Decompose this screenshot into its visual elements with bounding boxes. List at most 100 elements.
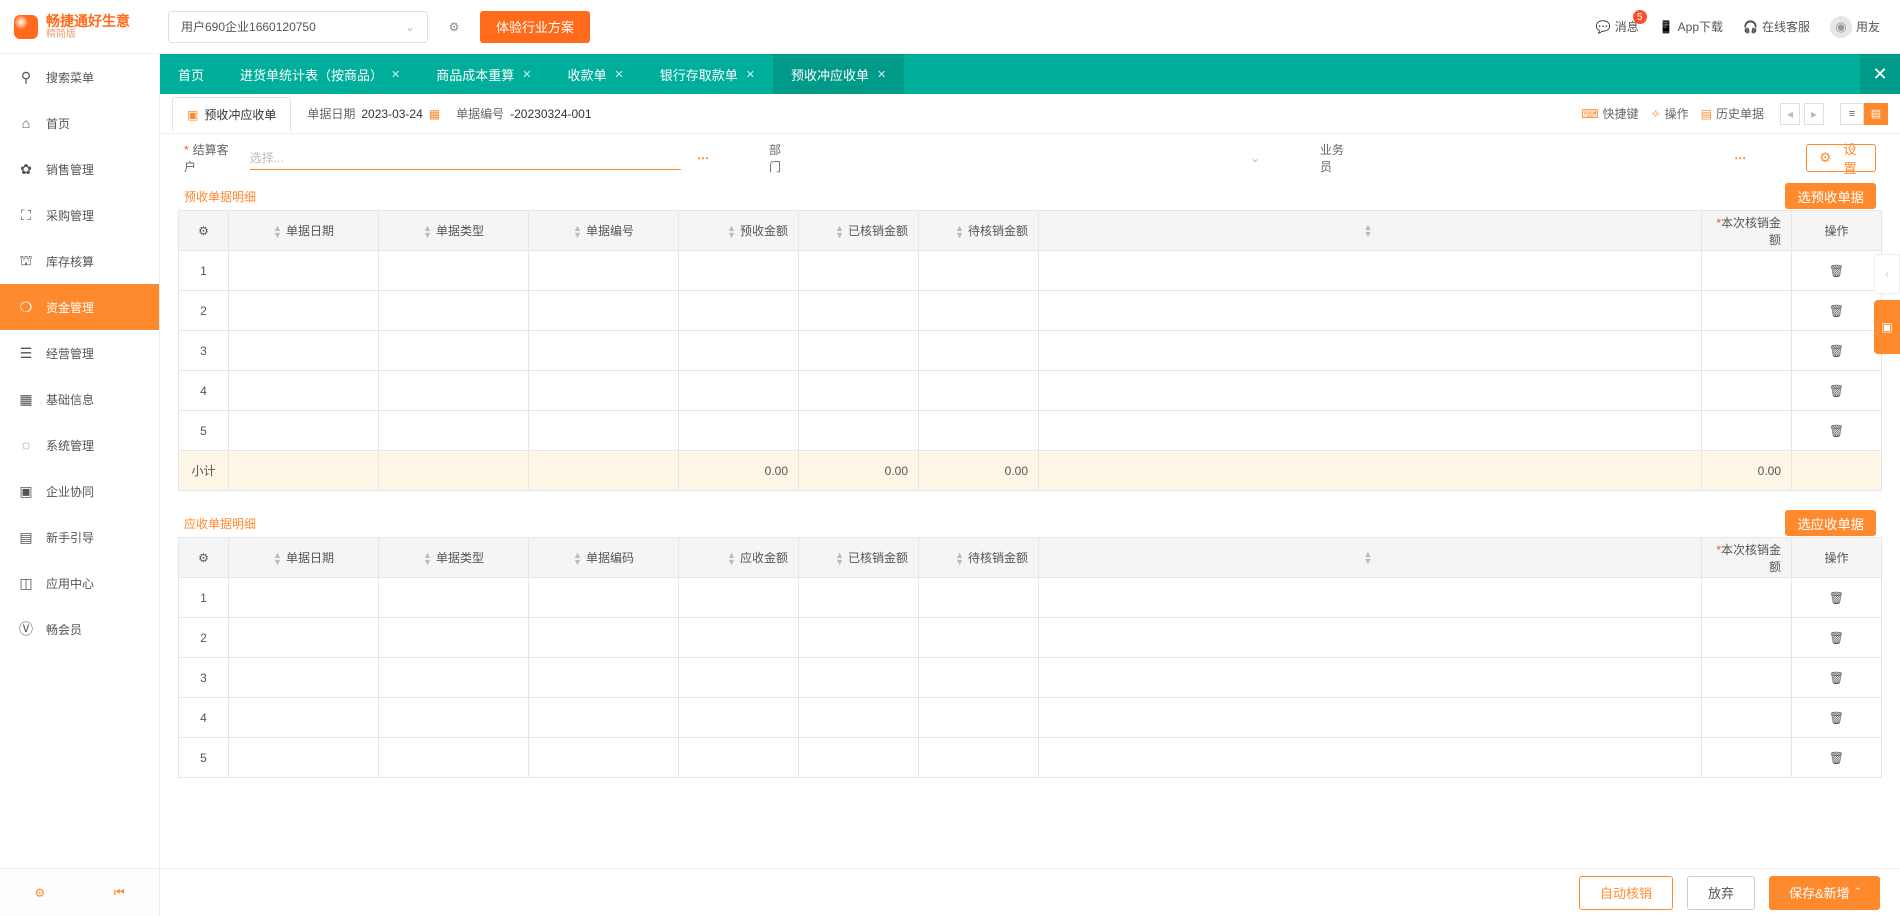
trash-icon[interactable]: 🗑 [1792,291,1882,331]
shortcuts-link[interactable]: ⌨快捷键 [1581,105,1638,122]
col-spacer[interactable]: ▲▼ [1039,538,1702,578]
trash-icon[interactable]: 🗑 [1792,698,1882,738]
account-selector[interactable]: 用户690企业1660120750 ⌄ [168,11,428,43]
tab-purchase-stats[interactable]: 进货单统计表（按商品）✕ [222,54,418,94]
sidebar-item-member[interactable]: Ⓥ畅会员 [0,606,159,652]
table-row[interactable]: 5🗑 [179,411,1882,451]
sales-more-icon[interactable]: ⋯ [1734,151,1746,165]
trash-icon[interactable]: 🗑 [1792,658,1882,698]
column-config-icon[interactable]: ⚙ [179,538,229,578]
col-date[interactable]: ▲▼单据日期 [229,538,379,578]
close-icon[interactable]: ✕ [615,68,624,81]
close-all-tabs[interactable]: ✕ [1860,54,1900,94]
view-mode-list[interactable]: ≡ [1840,103,1864,125]
sidebar-item-guide[interactable]: ▤新手引导 [0,514,159,560]
col-pending[interactable]: ▲▼待核销金额 [919,538,1039,578]
discard-button[interactable]: 放弃 [1687,876,1755,910]
trash-icon[interactable]: 🗑 [1792,411,1882,451]
col-num[interactable]: ▲▼单据编号 [529,211,679,251]
messages-link[interactable]: 💬 消息 5 [1596,18,1639,35]
tab-cost-recalc[interactable]: 商品成本重算✕ [418,54,549,94]
settings-icon[interactable]: ⚙ [34,886,45,900]
app-download-link[interactable]: 📱 App下载 [1659,18,1723,35]
col-date[interactable]: ▲▼单据日期 [229,211,379,251]
trash-icon[interactable]: 🗑 [1792,618,1882,658]
auto-writeoff-button[interactable]: 自动核销 [1579,876,1673,910]
table-row[interactable]: 3🗑 [179,658,1882,698]
column-config-icon[interactable]: ⚙ [179,211,229,251]
calendar-icon[interactable]: ▦ [429,107,440,121]
trial-button[interactable]: 体验行业方案 [480,11,590,43]
trash-icon[interactable]: 🗑 [1792,371,1882,411]
trash-icon[interactable]: 🗑 [1792,738,1882,778]
select-prepay-button[interactable]: 选预收单据 [1785,183,1876,209]
next-doc[interactable]: ▸ [1804,103,1824,125]
sidebar-item-sales[interactable]: ✿销售管理 [0,146,159,192]
avatar-icon: ◉ [1830,16,1852,38]
table-row[interactable]: 5🗑 [179,738,1882,778]
select-receivable-button[interactable]: 选应收单据 [1785,510,1876,536]
sidebar-item-search[interactable]: ⚲搜索菜单 [0,54,159,100]
close-icon[interactable]: ✕ [522,68,531,81]
close-icon[interactable]: ✕ [746,68,755,81]
sort-icon: ▲▼ [835,225,844,239]
sales-field: 业务员 ⋯ [1320,141,1746,175]
side-panel-toggle[interactable]: ‹ [1874,254,1900,294]
customer-more-icon[interactable]: ⋯ [697,151,709,165]
table-row[interactable]: 4🗑 [179,371,1882,411]
settings-button[interactable]: ⚙设置 [1806,144,1876,172]
collapse-icon[interactable]: ⏮ [114,885,125,900]
col-amt[interactable]: ▲▼预收金额 [679,211,799,251]
sidebar-item-purchase[interactable]: ⛶采购管理 [0,192,159,238]
col-this[interactable]: *本次核销金额 [1702,211,1792,251]
dept-input[interactable] [803,147,1234,170]
operate-link[interactable]: ✧操作 [1651,105,1689,122]
history-link[interactable]: ▤历史单据 [1701,105,1764,122]
sort-icon: ▲▼ [273,225,282,239]
sidebar-item-apps[interactable]: ◫应用中心 [0,560,159,606]
sidebar-item-collab[interactable]: ▣企业协同 [0,468,159,514]
guide-icon: ▤ [18,529,34,546]
close-icon[interactable]: ✕ [877,68,886,81]
table-row[interactable]: 4🗑 [179,698,1882,738]
chevron-down-icon[interactable]: ⌄ [1250,151,1260,165]
col-pending[interactable]: ▲▼待核销金额 [919,211,1039,251]
table-row[interactable]: 1🗑 [179,578,1882,618]
col-spacer[interactable]: ▲▼ [1039,211,1702,251]
prev-doc[interactable]: ◂ [1780,103,1800,125]
doc-tab[interactable]: ▣ 预收冲应收单 [172,97,291,131]
sidebar-item-business[interactable]: ☰经营管理 [0,330,159,376]
col-written[interactable]: ▲▼已核销金额 [799,538,919,578]
tab-bank[interactable]: 银行存取款单✕ [642,54,773,94]
sidebar-item-finance[interactable]: ❍资金管理 [0,284,159,330]
trash-icon[interactable]: 🗑 [1792,578,1882,618]
table-row[interactable]: 2🗑 [179,618,1882,658]
col-type[interactable]: ▲▼单据类型 [379,538,529,578]
side-helper[interactable]: ▣ [1874,300,1900,354]
sidebar-item-basic[interactable]: ▦基础信息 [0,376,159,422]
col-this[interactable]: *本次核销金额 [1702,538,1792,578]
trash-icon[interactable]: 🗑 [1792,251,1882,291]
tab-home[interactable]: 首页 [160,54,222,94]
table-row[interactable]: 2🗑 [179,291,1882,331]
col-type[interactable]: ▲▼单据类型 [379,211,529,251]
sidebar-item-inventory[interactable]: ⛫库存核算 [0,238,159,284]
col-amt[interactable]: ▲▼应收金额 [679,538,799,578]
online-service-link[interactable]: 🎧 在线客服 [1743,18,1810,35]
table-row[interactable]: 3🗑 [179,331,1882,371]
trash-icon[interactable]: 🗑 [1792,331,1882,371]
close-icon[interactable]: ✕ [391,68,400,81]
sidebar-item-home[interactable]: ⌂首页 [0,100,159,146]
col-written[interactable]: ▲▼已核销金额 [799,211,919,251]
view-mode-form[interactable]: ▤ [1864,103,1888,125]
customer-input[interactable] [250,147,681,170]
user-menu[interactable]: ◉ 用友 [1830,16,1880,38]
tab-receipt[interactable]: 收款单✕ [549,54,641,94]
table-row[interactable]: 1🗑 [179,251,1882,291]
tab-offset[interactable]: 预收冲应收单✕ [773,54,904,94]
gear-icon[interactable]: ⚙ [442,20,466,34]
col-code[interactable]: ▲▼单据编码 [529,538,679,578]
sales-input[interactable] [1365,147,1718,170]
save-and-new-button[interactable]: 保存&新增 ˆ [1769,876,1880,910]
sidebar-item-system[interactable]: ◌系统管理 [0,422,159,468]
